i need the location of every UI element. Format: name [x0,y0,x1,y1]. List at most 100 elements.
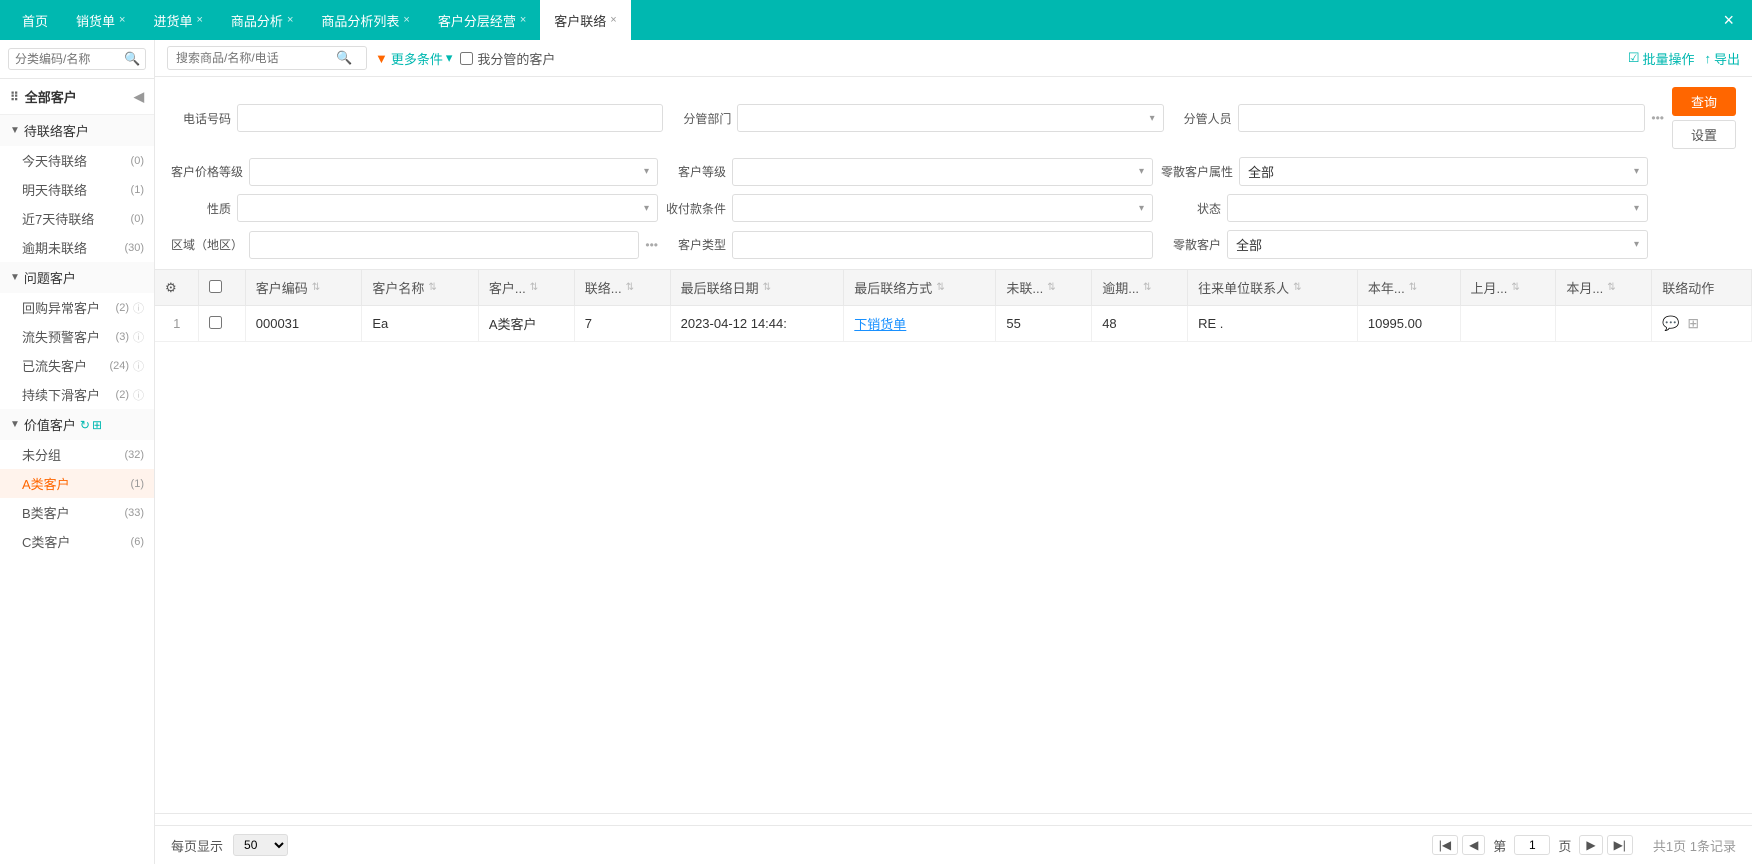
sort-person[interactable]: ⇅ [1293,282,1301,293]
nav-close-contact[interactable]: × [610,14,616,26]
action-chat-icon[interactable]: 💬 [1662,315,1679,331]
filter-nature: 性质 ▾ [171,194,658,222]
action-more-icon[interactable]: ⊞ [1687,315,1699,331]
row-checkbox[interactable] [209,316,222,329]
prev-page-btn[interactable]: ◀ [1462,835,1485,855]
sort-not-contacted[interactable]: ⇅ [1047,282,1055,293]
refresh-icon[interactable]: ↻ [80,418,90,432]
sidebar-item-c-class[interactable]: C类客户 (6) [0,527,154,556]
sidebar-item-a-class[interactable]: A类客户 (1) [0,469,154,498]
select-all-checkbox[interactable] [209,280,222,293]
toolbar-search-input[interactable] [176,51,336,65]
nav-close-analysis-list[interactable]: × [403,14,409,26]
sort-name[interactable]: ⇅ [428,282,436,293]
filter-dept-select[interactable]: ▾ [737,104,1163,132]
table-footer: 每页显示 50 100 200 |◀ ◀ 第 页 ▶ ▶| 共1页 1条记录 [155,825,1752,864]
sidebar-group-problem[interactable]: ▼ 问题客户 [0,262,154,293]
td-contact-count: 7 [574,306,670,342]
sort-code[interactable]: ⇅ [312,282,320,293]
toolbar-right: ☑ 批量操作 ↑ 导出 [1628,49,1740,68]
td-last-month [1460,306,1556,342]
toolbar: 🔍 ▼ 更多条件 ▾ 我分管的客户 ☑ 批量操作 [155,40,1752,77]
sidebar-group-value[interactable]: ▼ 价值客户 ↻ ⊞ [0,409,154,440]
filter-payment: 收付款条件 ▾ [666,194,1153,222]
search-button[interactable]: 查询 [1672,87,1736,116]
batch-operation-btn[interactable]: ☑ 批量操作 [1628,49,1695,68]
sidebar-item-repurchase-abnormal[interactable]: 回购异常客户 (2) ⓘ [0,293,154,322]
sort-year[interactable]: ⇅ [1409,282,1417,293]
filter-scatter-attr-select[interactable]: 全部 ▾ [1239,157,1648,186]
filter-scatter-customer-select[interactable]: 全部 ▾ [1227,230,1648,259]
nav-customer-contact[interactable]: 客户联络 × [540,0,630,40]
last-method-link[interactable]: 下销货单 [854,317,906,332]
sort-contact[interactable]: ⇅ [626,282,634,293]
sort-last-month[interactable]: ⇅ [1511,282,1519,293]
payment-arrow: ▾ [1139,203,1144,214]
sort-type[interactable]: ⇅ [530,282,538,293]
nav-product-analysis-list[interactable]: 商品分析列表 × [307,0,423,40]
sidebar-item-declining[interactable]: 持续下滑客户 (2) ⓘ [0,380,154,409]
settings-icon-small[interactable]: ⊞ [92,418,102,432]
my-customer-checkbox[interactable]: 我分管的客户 [460,49,555,68]
filter-region: 区域（地区） ••• [171,231,658,259]
sort-date[interactable]: ⇅ [763,282,771,293]
filter-nature-select[interactable]: ▾ [237,194,658,222]
more-filter-btn[interactable]: ▼ 更多条件 ▾ [375,49,452,68]
nav-close-segment[interactable]: × [520,14,526,26]
sidebar-item-tomorrow-pending[interactable]: 明天待联络 (1) [0,175,154,204]
nav-customer-segment[interactable]: 客户分层经营 × [424,0,540,40]
toolbar-search-btn[interactable]: 🔍 [336,50,352,66]
nature-arrow: ▾ [644,203,649,214]
sidebar-group-pending[interactable]: ▼ 待联络客户 [0,115,154,146]
my-customer-check[interactable] [460,52,473,65]
filter-region-select[interactable] [249,231,639,259]
sort-overdue[interactable]: ⇅ [1143,282,1151,293]
first-page-btn[interactable]: |◀ [1432,835,1458,855]
top-nav-close-all[interactable]: × [1713,10,1744,31]
sidebar-all-customers[interactable]: ⠿ 全部客户 ◀ [0,79,154,115]
region-dots[interactable]: ••• [645,238,658,252]
nav-close-sales[interactable]: × [119,14,125,26]
filter-scatter-customer: 零散客户 全部 ▾ [1161,230,1648,259]
info-icon-3: ⓘ [133,358,144,374]
setting-button[interactable]: 设置 [1672,120,1736,149]
sidebar-item-7days-pending[interactable]: 近7天待联络 (0) [0,204,154,233]
filter-person-select[interactable] [1238,104,1646,132]
th-last-month: 上月... ⇅ [1460,270,1556,306]
filter-customer-level-select[interactable]: ▾ [732,158,1153,186]
th-contact-count: 联络... ⇅ [574,270,670,306]
th-contact-person: 往来单位联系人 ⇅ [1188,270,1358,306]
sidebar-item-churned[interactable]: 已流失客户 (24) ⓘ [0,351,154,380]
sort-method[interactable]: ⇅ [936,282,944,293]
nav-close-purchase[interactable]: × [196,14,202,26]
filter-status-select[interactable]: ▾ [1227,194,1648,222]
page-number-input[interactable] [1514,835,1550,855]
sidebar-item-ungroup[interactable]: 未分组 (32) [0,440,154,469]
export-btn[interactable]: ↑ 导出 [1704,49,1740,68]
filter-price-level-select[interactable]: ▾ [249,158,658,186]
th-type: 客户... ⇅ [478,270,574,306]
sidebar-item-today-pending[interactable]: 今天待联络 (0) [0,146,154,175]
nav-sales-order[interactable]: 销货单 × [62,0,139,40]
person-dots[interactable]: ••• [1651,111,1664,125]
sidebar-item-b-class[interactable]: B类客户 (33) [0,498,154,527]
filter-customer-type-select[interactable] [732,231,1153,259]
next-page-btn[interactable]: ▶ [1579,835,1602,855]
filter-phone-input[interactable] [237,104,663,132]
td-type: A类客户 [478,306,574,342]
batch-icon: ☑ [1628,50,1640,66]
page-size-select[interactable]: 50 100 200 [233,834,288,856]
last-page-btn[interactable]: ▶| [1607,835,1633,855]
sidebar-item-overdue[interactable]: 逾期未联络 (30) [0,233,154,262]
filter-payment-select[interactable]: ▾ [732,194,1153,222]
nav-purchase-order[interactable]: 进货单 × [139,0,216,40]
sidebar-collapse-icon[interactable]: ◀ [134,89,144,105]
table-settings-icon[interactable]: ⚙ [165,280,177,295]
sidebar-item-churn-warning[interactable]: 流失预警客户 (3) ⓘ [0,322,154,351]
td-last-method: 下销货单 [844,306,996,342]
nav-home[interactable]: 首页 [8,0,62,40]
nav-close-analysis[interactable]: × [287,14,293,26]
sort-this-month[interactable]: ⇅ [1607,282,1615,293]
sidebar-search-icon[interactable]: 🔍 [124,51,140,67]
nav-product-analysis[interactable]: 商品分析 × [217,0,307,40]
